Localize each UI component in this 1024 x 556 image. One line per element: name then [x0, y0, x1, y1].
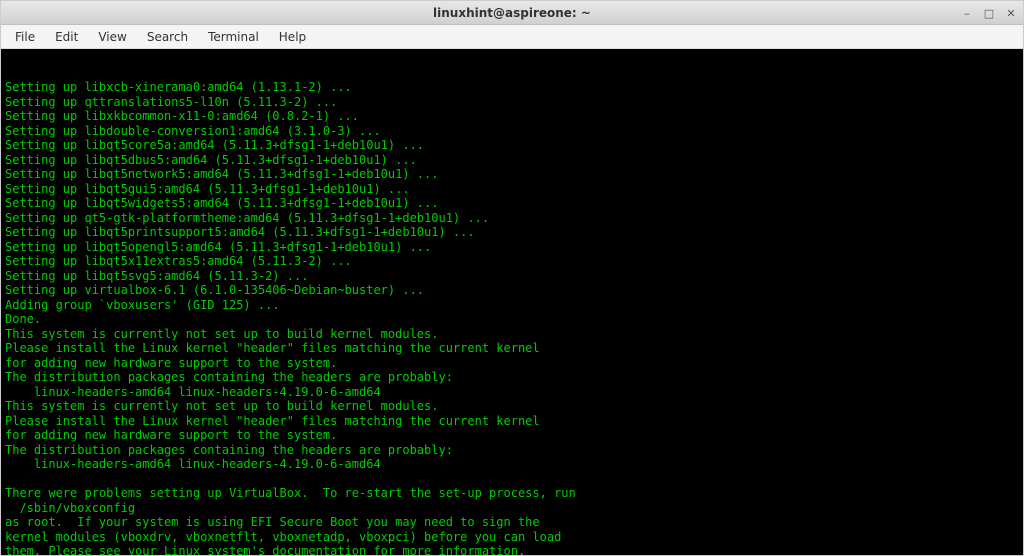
terminal-line: Setting up libqt5dbus5:amd64 (5.11.3+dfs…: [5, 153, 1019, 168]
close-button[interactable]: ✕: [1005, 7, 1017, 19]
terminal-line: Setting up libdouble-conversion1:amd64 (…: [5, 124, 1019, 139]
terminal-line: Please install the Linux kernel "header"…: [5, 414, 1019, 429]
terminal-area[interactable]: Setting up libxcb-xinerama0:amd64 (1.13.…: [1, 49, 1023, 555]
menu-search[interactable]: Search: [139, 28, 196, 46]
terminal-line: Setting up libqt5gui5:amd64 (5.11.3+dfsg…: [5, 182, 1019, 197]
terminal-line: /sbin/vboxconfig: [5, 501, 1019, 516]
terminal-window: linuxhint@aspireone: ~ – □ ✕ File Edit V…: [0, 0, 1024, 556]
terminal-line: Setting up libxkbcommon-x11-0:amd64 (0.8…: [5, 109, 1019, 124]
terminal-line: Please install the Linux kernel "header"…: [5, 341, 1019, 356]
menu-view[interactable]: View: [90, 28, 134, 46]
terminal-line: for adding new hardware support to the s…: [5, 428, 1019, 443]
terminal-line: linux-headers-amd64 linux-headers-4.19.0…: [5, 385, 1019, 400]
terminal-line: Setting up libqt5network5:amd64 (5.11.3+…: [5, 167, 1019, 182]
terminal-line: There were problems setting up VirtualBo…: [5, 486, 1019, 501]
menubar: File Edit View Search Terminal Help: [1, 25, 1023, 49]
terminal-line: Setting up qttranslations5-l10n (5.11.3-…: [5, 95, 1019, 110]
titlebar: linuxhint@aspireone: ~ – □ ✕: [1, 1, 1023, 25]
terminal-line: Setting up libqt5x11extras5:amd64 (5.11.…: [5, 254, 1019, 269]
terminal-line: Setting up virtualbox-6.1 (6.1.0-135406~…: [5, 283, 1019, 298]
terminal-line: Done.: [5, 312, 1019, 327]
minimize-button[interactable]: –: [961, 7, 973, 19]
terminal-line: Setting up libqt5core5a:amd64 (5.11.3+df…: [5, 138, 1019, 153]
terminal-line: kernel modules (vboxdrv, vboxnetflt, vbo…: [5, 530, 1019, 545]
menu-edit[interactable]: Edit: [47, 28, 86, 46]
menu-terminal[interactable]: Terminal: [200, 28, 267, 46]
terminal-line: for adding new hardware support to the s…: [5, 356, 1019, 371]
terminal-line: The distribution packages containing the…: [5, 443, 1019, 458]
menu-help[interactable]: Help: [271, 28, 314, 46]
terminal-line: This system is currently not set up to b…: [5, 399, 1019, 414]
terminal-line: Setting up libqt5printsupport5:amd64 (5.…: [5, 225, 1019, 240]
terminal-output: Setting up libxcb-xinerama0:amd64 (1.13.…: [5, 80, 1019, 555]
terminal-line: Setting up libxcb-xinerama0:amd64 (1.13.…: [5, 80, 1019, 95]
terminal-line: Setting up libqt5widgets5:amd64 (5.11.3+…: [5, 196, 1019, 211]
menu-file[interactable]: File: [7, 28, 43, 46]
terminal-line: Setting up libqt5opengl5:amd64 (5.11.3+d…: [5, 240, 1019, 255]
terminal-line: them. Please see your Linux system's doc…: [5, 544, 1019, 555]
terminal-line: [5, 472, 1019, 487]
window-title: linuxhint@aspireone: ~: [433, 6, 591, 20]
terminal-line: Adding group `vboxusers' (GID 125) ...: [5, 298, 1019, 313]
terminal-line: The distribution packages containing the…: [5, 370, 1019, 385]
window-controls: – □ ✕: [961, 1, 1017, 25]
terminal-line: Setting up libqt5svg5:amd64 (5.11.3-2) .…: [5, 269, 1019, 284]
maximize-button[interactable]: □: [983, 7, 995, 19]
terminal-line: Setting up qt5-gtk-platformtheme:amd64 (…: [5, 211, 1019, 226]
terminal-line: This system is currently not set up to b…: [5, 327, 1019, 342]
terminal-line: as root. If your system is using EFI Sec…: [5, 515, 1019, 530]
terminal-line: linux-headers-amd64 linux-headers-4.19.0…: [5, 457, 1019, 472]
